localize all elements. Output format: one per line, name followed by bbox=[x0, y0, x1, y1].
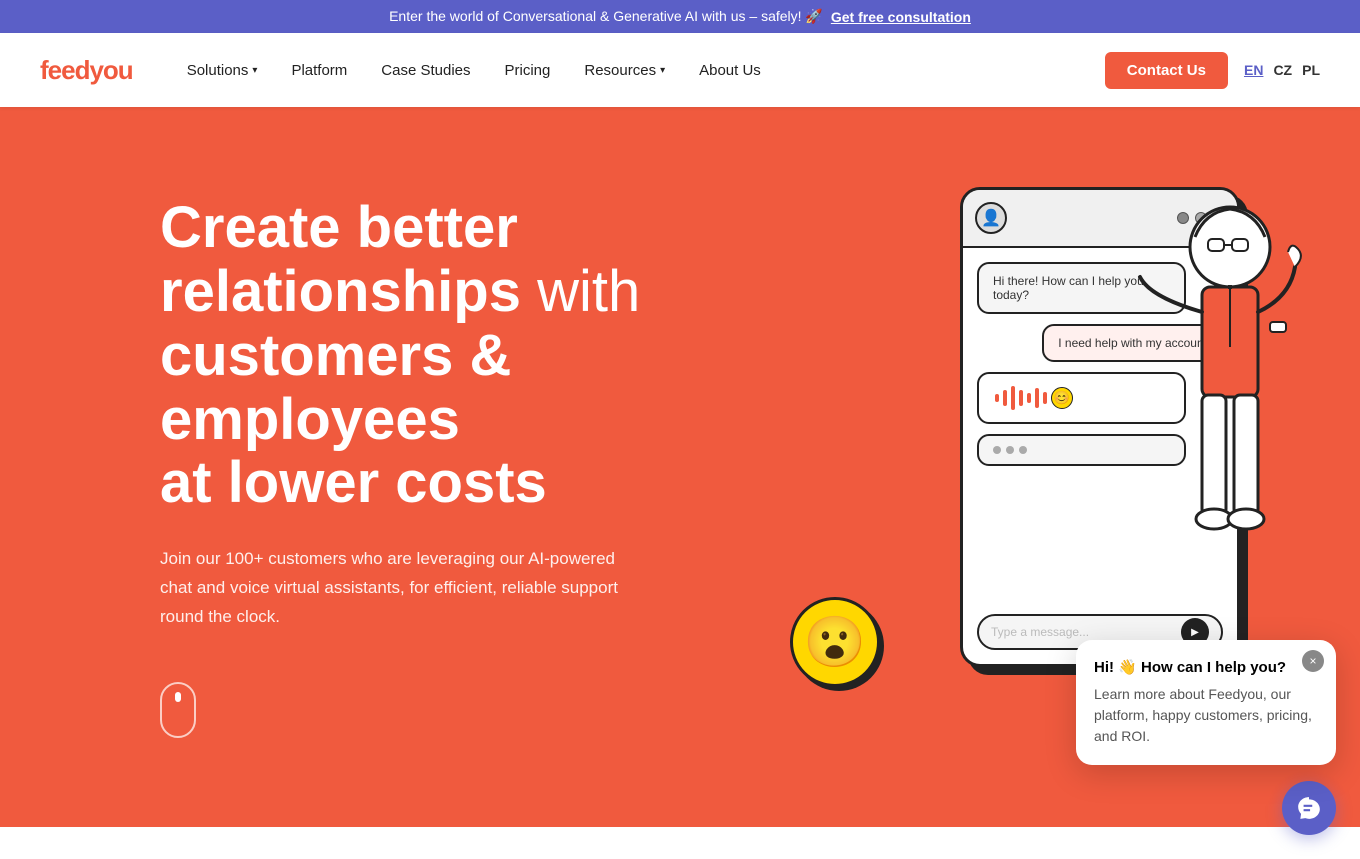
lang-pl[interactable]: PL bbox=[1302, 62, 1320, 78]
banner-cta[interactable]: Get free consultation bbox=[831, 9, 971, 25]
scroll-indicator bbox=[160, 682, 760, 738]
close-button[interactable]: × bbox=[1302, 650, 1324, 672]
scroll-mouse-icon bbox=[160, 682, 196, 738]
chat-subtext: Learn more about Feedyou, our platform, … bbox=[1094, 684, 1318, 747]
chat-widget[interactable]: × Hi! 👋 How can I help you? Learn more a… bbox=[1282, 781, 1336, 835]
chat-popup: × Hi! 👋 How can I help you? Learn more a… bbox=[1076, 640, 1336, 765]
lang-cz[interactable]: CZ bbox=[1273, 62, 1292, 78]
lang-en[interactable]: EN bbox=[1244, 62, 1263, 78]
emoji-surprised: 😮 bbox=[790, 597, 880, 687]
banner-text: Enter the world of Conversational & Gene… bbox=[389, 8, 823, 25]
language-switcher: EN CZ PL bbox=[1244, 62, 1320, 78]
scroll-dot bbox=[175, 692, 181, 702]
nav-pricing[interactable]: Pricing bbox=[491, 54, 565, 87]
nav-resources[interactable]: Resources ▾ bbox=[570, 54, 679, 87]
chevron-down-icon: ▾ bbox=[660, 65, 665, 76]
nav-solutions[interactable]: Solutions ▾ bbox=[173, 54, 272, 87]
chat-greeting: Hi! 👋 How can I help you? bbox=[1094, 658, 1318, 676]
nav-platform[interactable]: Platform bbox=[277, 54, 361, 87]
chat-open-button[interactable] bbox=[1282, 781, 1336, 835]
contact-button[interactable]: Contact Us bbox=[1105, 52, 1228, 89]
smiley-icon: 😊 bbox=[1051, 387, 1073, 409]
navbar: feedyou Solutions ▾ Platform Case Studie… bbox=[0, 33, 1360, 107]
chat-input-placeholder: Type a message... bbox=[991, 625, 1089, 639]
hero-description: Join our 100+ customers who are leveragi… bbox=[160, 545, 640, 632]
chevron-down-icon: ▾ bbox=[252, 65, 257, 76]
nav-about[interactable]: About Us bbox=[685, 54, 775, 87]
top-banner: Enter the world of Conversational & Gene… bbox=[0, 0, 1360, 33]
nav-right: Contact Us EN CZ PL bbox=[1105, 52, 1320, 89]
logo[interactable]: feedyou bbox=[40, 55, 133, 86]
hero-content: Create better relationships with custome… bbox=[160, 196, 760, 738]
nav-case-studies[interactable]: Case Studies bbox=[367, 54, 484, 87]
avatar: 👤 bbox=[975, 202, 1007, 234]
chat-icon bbox=[1296, 795, 1322, 821]
hero-title: Create better relationships with custome… bbox=[160, 196, 760, 515]
nav-links: Solutions ▾ Platform Case Studies Pricin… bbox=[173, 54, 1105, 87]
